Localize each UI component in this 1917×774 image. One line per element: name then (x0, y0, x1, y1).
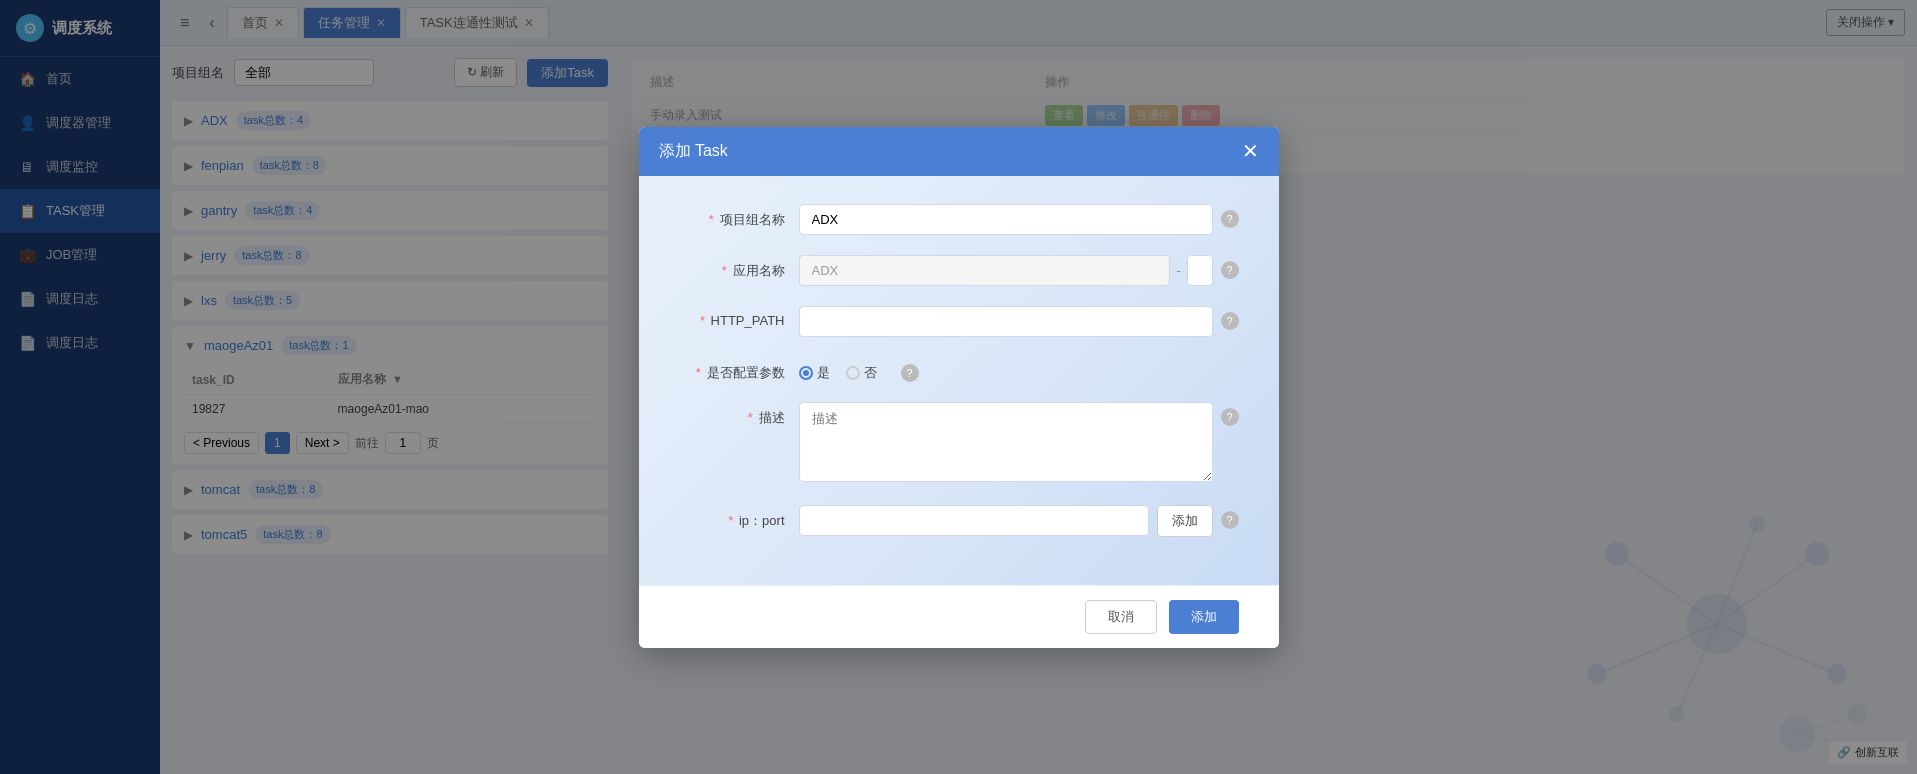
config-params-help-icon[interactable]: ? (901, 364, 919, 382)
project-group-help-icon[interactable]: ? (1221, 210, 1239, 228)
ip-port-help-icon[interactable]: ? (1221, 511, 1239, 529)
radio-no-circle (846, 366, 860, 380)
modal-title: 添加 Task (659, 141, 728, 162)
project-group-control: ADX (799, 204, 1213, 235)
app-name-help-icon[interactable]: ? (1221, 261, 1239, 279)
ip-port-row: 添加 (799, 505, 1213, 537)
http-path-help-icon[interactable]: ? (1221, 312, 1239, 330)
form-row-description: * 描述 ? (679, 402, 1239, 485)
ip-port-label: * ip：port (679, 505, 799, 530)
form-row-config-params: * 是否配置参数 是 否 ? (679, 357, 1239, 382)
config-params-control: 是 否 ? (799, 357, 1239, 382)
modal-body: * 项目组名称 ADX ? * 应用名称 (639, 176, 1279, 585)
description-control (799, 402, 1213, 485)
add-task-modal: 添加 Task ✕ * 项目组名称 ADX ? * (639, 127, 1279, 648)
ip-port-input[interactable] (799, 505, 1149, 536)
separator: - (1176, 263, 1180, 278)
description-textarea[interactable] (799, 402, 1213, 482)
double-select: - WORMHOLE (799, 255, 1213, 286)
required-marker3: * (700, 313, 705, 328)
description-help-icon[interactable]: ? (1221, 408, 1239, 426)
modal-overlay[interactable]: 添加 Task ✕ * 项目组名称 ADX ? * (0, 0, 1917, 774)
required-marker4: * (696, 365, 701, 380)
app-name-left-input[interactable] (799, 255, 1171, 286)
http-path-control (799, 306, 1213, 337)
http-path-label: * HTTP_PATH (679, 306, 799, 328)
submit-button[interactable]: 添加 (1169, 600, 1239, 634)
required-marker2: * (722, 263, 727, 278)
project-group-label: * 项目组名称 (679, 204, 799, 229)
radio-yes[interactable]: 是 (799, 364, 830, 382)
description-label: * 描述 (679, 402, 799, 427)
form-row-http-path: * HTTP_PATH ? (679, 306, 1239, 337)
form-row-app-name: * 应用名称 - WORMHOLE ? (679, 255, 1239, 286)
add-ip-button[interactable]: 添加 (1157, 505, 1213, 537)
http-path-input[interactable] (799, 306, 1213, 337)
modal-footer: 取消 添加 (639, 585, 1279, 648)
radio-no[interactable]: 否 (846, 364, 877, 382)
required-marker: * (709, 212, 714, 227)
radio-group: 是 否 ? (799, 357, 1239, 382)
app-name-label: * 应用名称 (679, 255, 799, 280)
form-row-ip-port: * ip：port 添加 ? (679, 505, 1239, 537)
radio-yes-circle (799, 366, 813, 380)
required-marker5: * (748, 410, 753, 425)
form-row-project-group: * 项目组名称 ADX ? (679, 204, 1239, 235)
app-name-right-select[interactable]: WORMHOLE (1187, 255, 1213, 286)
app-name-control: - WORMHOLE (799, 255, 1213, 286)
modal-header: 添加 Task ✕ (639, 127, 1279, 176)
ip-port-control: 添加 (799, 505, 1213, 537)
project-group-select[interactable]: ADX (799, 204, 1213, 235)
config-params-label: * 是否配置参数 (679, 357, 799, 382)
modal-close-button[interactable]: ✕ (1242, 141, 1259, 161)
cancel-button[interactable]: 取消 (1085, 600, 1157, 634)
required-marker6: * (728, 513, 733, 528)
